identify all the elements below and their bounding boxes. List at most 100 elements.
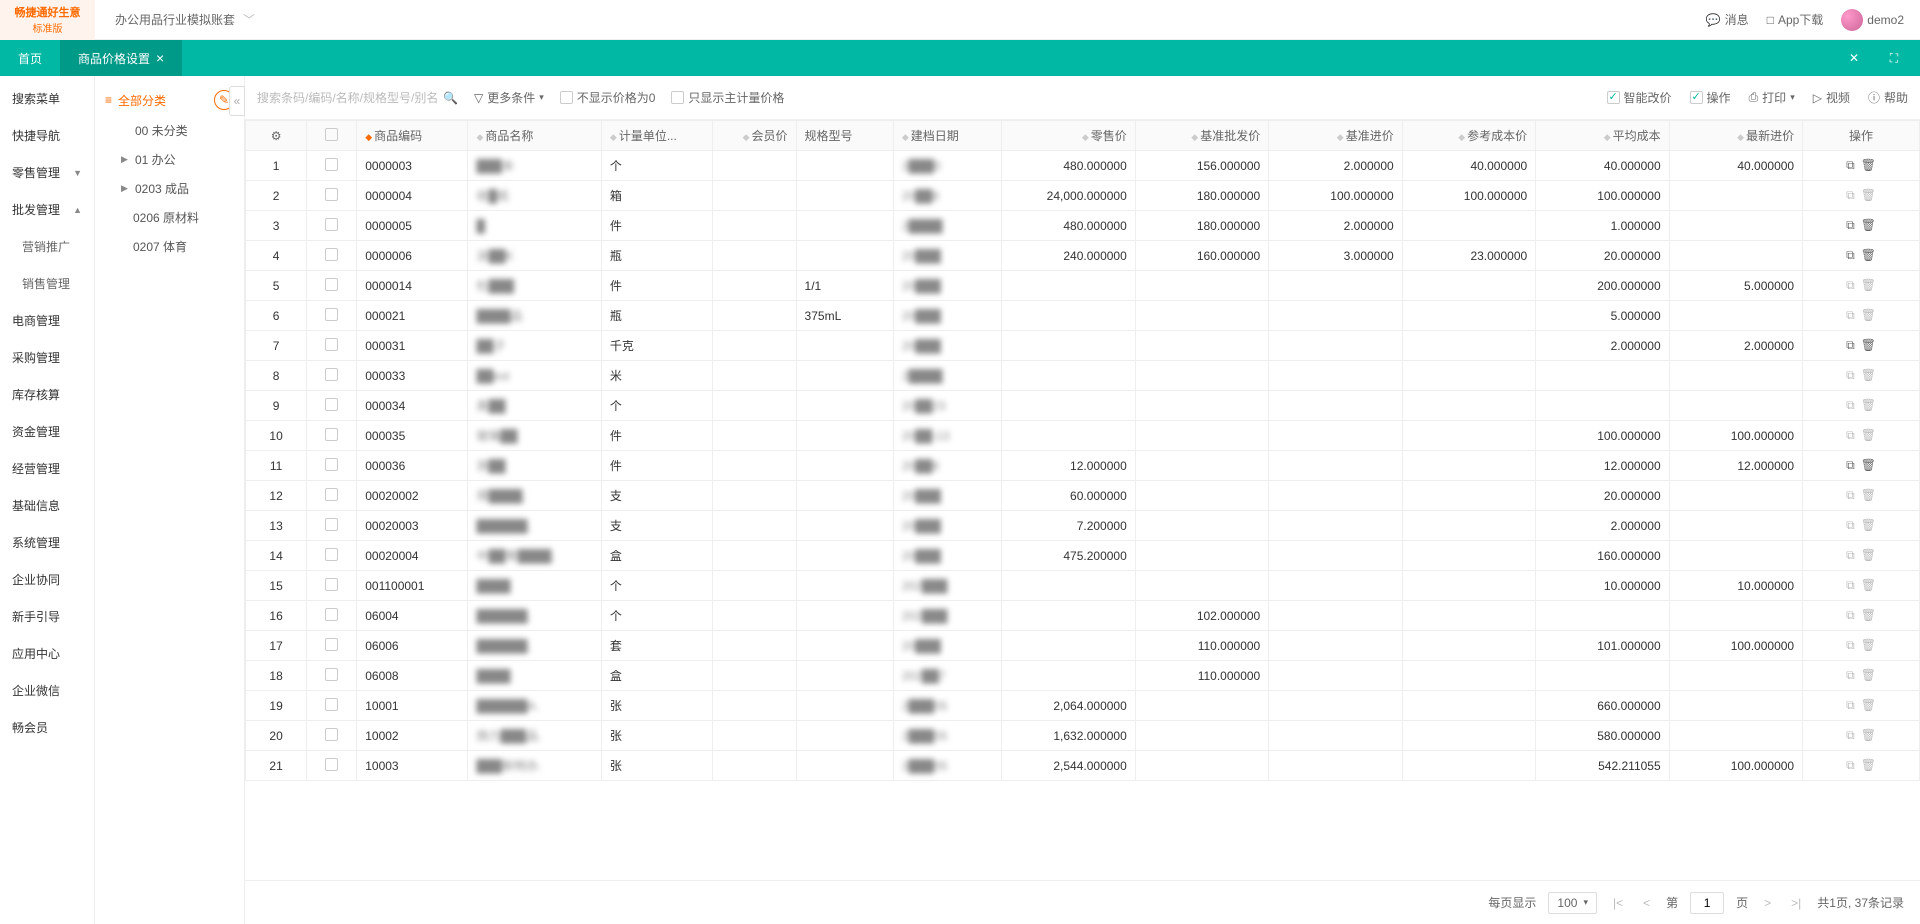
table-row[interactable]: 1910001██████A.张2███052,064.000000660.00… bbox=[246, 691, 1920, 721]
close-all-tabs-button[interactable]: ✕ bbox=[1840, 44, 1868, 72]
pager-last-button[interactable]: >| bbox=[1787, 896, 1805, 910]
delete-icon[interactable]: 🗑 bbox=[1861, 398, 1876, 412]
nav-corp[interactable]: 企业协同 bbox=[0, 561, 94, 598]
delete-icon[interactable]: 🗑 bbox=[1861, 728, 1876, 742]
col-retail[interactable]: ◆零售价 bbox=[1002, 121, 1135, 151]
delete-icon[interactable]: 🗑 bbox=[1861, 188, 1876, 202]
cell-checkbox[interactable] bbox=[307, 631, 357, 661]
detail-icon[interactable]: ⧉ bbox=[1846, 368, 1855, 382]
col-pur[interactable]: ◆基准进价 bbox=[1269, 121, 1402, 151]
delete-icon[interactable]: 🗑 bbox=[1861, 338, 1876, 352]
col-refcost[interactable]: ◆参考成本价 bbox=[1402, 121, 1535, 151]
col-spec[interactable]: 规格型号 bbox=[796, 121, 893, 151]
nav-wecom[interactable]: 企业微信 bbox=[0, 672, 94, 709]
nav-fund[interactable]: 资金管理 bbox=[0, 413, 94, 450]
cell-checkbox[interactable] bbox=[307, 211, 357, 241]
pager-prev-button[interactable]: < bbox=[1639, 896, 1654, 910]
table-row[interactable]: 50000014杜███件1/120███200.0000005.000000⧉… bbox=[246, 271, 1920, 301]
delete-icon[interactable]: 🗑 bbox=[1861, 518, 1876, 532]
pager-size-select[interactable]: 100 ▾ bbox=[1548, 892, 1597, 914]
help-button[interactable]: ⓘ 帮助 bbox=[1868, 89, 1908, 106]
cell-checkbox[interactable] bbox=[307, 151, 357, 181]
cell-checkbox[interactable] bbox=[307, 751, 357, 781]
delete-icon[interactable]: 🗑 bbox=[1861, 248, 1876, 262]
delete-icon[interactable]: 🗑 bbox=[1861, 218, 1876, 232]
table-row[interactable]: 1706006██████.套20███110.000000101.000000… bbox=[246, 631, 1920, 661]
detail-icon[interactable]: ⧉ bbox=[1846, 218, 1855, 232]
tree-node-00[interactable]: 00 未分类 bbox=[95, 116, 244, 145]
table-row[interactable]: 1606004██████.个202███102.000000⧉🗑 bbox=[246, 601, 1920, 631]
detail-icon[interactable]: ⧉ bbox=[1846, 338, 1855, 352]
pager-page-input[interactable] bbox=[1690, 892, 1724, 914]
cell-checkbox[interactable] bbox=[307, 241, 357, 271]
cell-checkbox[interactable] bbox=[307, 481, 357, 511]
table-row[interactable]: 7000031██子千克20███2.0000002.000000⧉🗑 bbox=[246, 331, 1920, 361]
cell-checkbox[interactable] bbox=[307, 271, 357, 301]
detail-icon[interactable]: ⧉ bbox=[1846, 458, 1855, 472]
nav-sys[interactable]: 系统管理 bbox=[0, 524, 94, 561]
app-download-button[interactable]: □ App下载 bbox=[1767, 11, 1824, 28]
table-row[interactable]: 11000036测██件20██812.00000012.00000012.00… bbox=[246, 451, 1920, 481]
pager-next-button[interactable]: > bbox=[1760, 896, 1775, 910]
table-row[interactable]: 15001100001████个202███10.00000010.000000… bbox=[246, 571, 1920, 601]
delete-icon[interactable]: 🗑 bbox=[1861, 608, 1876, 622]
cell-checkbox[interactable] bbox=[307, 661, 357, 691]
detail-icon[interactable]: ⧉ bbox=[1846, 728, 1855, 742]
table-row[interactable]: 9000034奥██个20██23⧉🗑 bbox=[246, 391, 1920, 421]
cell-checkbox[interactable] bbox=[307, 721, 357, 751]
detail-icon[interactable]: ⧉ bbox=[1846, 698, 1855, 712]
messages-button[interactable]: 💬 消息 bbox=[1706, 11, 1749, 28]
table-row[interactable]: 40000006涂██K瓶20███240.000000160.0000003.… bbox=[246, 241, 1920, 271]
nav-stock[interactable]: 库存核算 bbox=[0, 376, 94, 413]
nav-member[interactable]: 畅会员 bbox=[0, 709, 94, 746]
tree-node-0206[interactable]: 0206 原材料 bbox=[95, 203, 244, 232]
delete-icon[interactable]: 🗑 bbox=[1861, 758, 1876, 772]
delete-icon[interactable]: 🗑 bbox=[1861, 458, 1876, 472]
delete-icon[interactable]: 🗑 bbox=[1861, 158, 1876, 172]
cell-checkbox[interactable] bbox=[307, 691, 357, 721]
table-row[interactable]: 10000003███本个2███0480.000000156.0000002.… bbox=[246, 151, 1920, 181]
nav-wholesale[interactable]: 批发管理▲ bbox=[0, 191, 94, 228]
cell-checkbox[interactable] bbox=[307, 511, 357, 541]
table-scroll[interactable]: ⚙ ◆商品编码 ◆商品名称 ◆计量单位... ◆会员价 规格型号 ◆建档日期 ◆… bbox=[245, 120, 1920, 880]
detail-icon[interactable]: ⧉ bbox=[1846, 158, 1855, 172]
video-button[interactable]: ▷ 视频 bbox=[1813, 89, 1850, 106]
nav-promo[interactable]: 营销推广 bbox=[0, 228, 94, 265]
table-row[interactable]: 1200020002得████.支20███60.00000020.000000… bbox=[246, 481, 1920, 511]
table-row[interactable]: 8000033██est米2████⧉🗑 bbox=[246, 361, 1920, 391]
search-input[interactable] bbox=[257, 91, 437, 105]
nav-retail[interactable]: 零售管理▼ bbox=[0, 154, 94, 191]
tab-home[interactable]: 首页 bbox=[0, 40, 60, 76]
detail-icon[interactable]: ⧉ bbox=[1846, 428, 1855, 442]
table-row[interactable]: 1300020003██████.支20███7.2000002.000000⧉… bbox=[246, 511, 1920, 541]
nav-biz[interactable]: 经营管理 bbox=[0, 450, 94, 487]
table-row[interactable]: 30000005█件2████480.000000180.0000002.000… bbox=[246, 211, 1920, 241]
cell-checkbox[interactable] bbox=[307, 571, 357, 601]
nav-purchase[interactable]: 采购管理 bbox=[0, 339, 94, 376]
cell-checkbox[interactable] bbox=[307, 601, 357, 631]
nav-base[interactable]: 基础信息 bbox=[0, 487, 94, 524]
nav-ecom[interactable]: 电商管理 bbox=[0, 302, 94, 339]
tree-node-0207[interactable]: 0207 体育 bbox=[95, 232, 244, 261]
delete-icon[interactable]: 🗑 bbox=[1861, 488, 1876, 502]
col-whole[interactable]: ◆基准批发价 bbox=[1135, 121, 1268, 151]
table-row[interactable]: 10000035玻璃██件20██-13100.000000100.000000… bbox=[246, 421, 1920, 451]
detail-icon[interactable]: ⧉ bbox=[1846, 278, 1855, 292]
delete-icon[interactable]: 🗑 bbox=[1861, 278, 1876, 292]
delete-icon[interactable]: 🗑 bbox=[1861, 698, 1876, 712]
nav-search-menu[interactable]: 搜索菜单 bbox=[0, 80, 94, 117]
col-code[interactable]: ◆商品编码 bbox=[357, 121, 468, 151]
col-date[interactable]: ◆建档日期 bbox=[893, 121, 1001, 151]
table-row[interactable]: 2010002扬力███品.张2███051,632.000000580.000… bbox=[246, 721, 1920, 751]
fullscreen-button[interactable]: ⛶ bbox=[1880, 44, 1908, 72]
nav-quick[interactable]: 快捷导航 bbox=[0, 117, 94, 154]
table-row[interactable]: 2110003███新特办.张2███052,544.000000542.211… bbox=[246, 751, 1920, 781]
delete-icon[interactable]: 🗑 bbox=[1861, 668, 1876, 682]
cell-checkbox[interactable] bbox=[307, 541, 357, 571]
close-icon[interactable]: × bbox=[156, 50, 164, 66]
search-icon[interactable]: 🔍 bbox=[443, 91, 458, 105]
cell-checkbox[interactable] bbox=[307, 181, 357, 211]
col-latest[interactable]: ◆最新进价 bbox=[1669, 121, 1802, 151]
col-avgcost[interactable]: ◆平均成本 bbox=[1536, 121, 1669, 151]
delete-icon[interactable]: 🗑 bbox=[1861, 368, 1876, 382]
